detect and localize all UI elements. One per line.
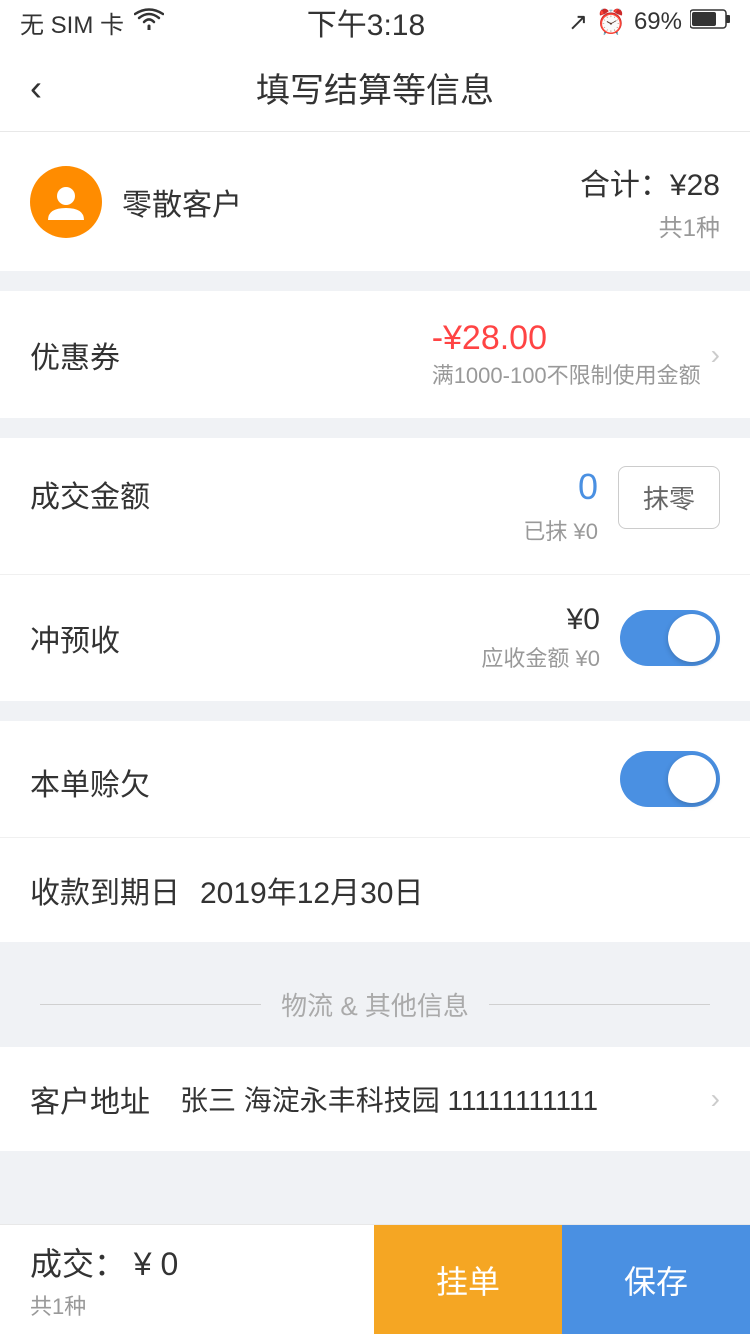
prereceive-row: 冲预收 ¥0 应收金额 ¥0	[0, 575, 750, 701]
wifi-icon	[134, 8, 164, 37]
bottom-deal-label: 成交：	[30, 1246, 126, 1282]
divider-line-right	[489, 1004, 710, 1005]
transaction-section: 成交金额 0 已抹 ¥0 抹零 冲预收 ¥0 应收金额 ¥0	[0, 438, 750, 701]
customer-section: 零散客户 合计：¥28 共1种	[0, 132, 750, 271]
battery-text: 69%	[634, 8, 682, 36]
status-time: 下午3:18	[307, 0, 425, 44]
address-value: 张三 海淀永丰科技园 11111111111	[180, 1079, 701, 1119]
bottom-info: 成交： ¥ 0 共1种	[0, 1239, 374, 1321]
status-bar: 无 SIM 卡 下午3:18 ↗ ⏰ 69%	[0, 0, 750, 44]
divider-line-left	[40, 1004, 261, 1005]
address-chevron-icon: ›	[711, 1083, 720, 1115]
coupon-value-area: -¥28.00 满1000-100不限制使用金额	[432, 319, 701, 390]
bottom-deal-amount: ¥ 0	[134, 1246, 178, 1282]
transaction-amount-row: 成交金额 0 已抹 ¥0 抹零	[0, 438, 750, 575]
total-count: 共1种	[580, 208, 720, 243]
credit-debt-section: 本单赊欠 收款到期日 2019年12月30日	[0, 721, 750, 942]
chevron-right-icon: ›	[711, 339, 720, 371]
transaction-label: 成交金额	[30, 466, 150, 516]
logistics-section: 物流 & 其他信息	[0, 962, 750, 1047]
location-icon: ↗	[568, 8, 588, 37]
bottom-deal: 成交： ¥ 0	[30, 1239, 344, 1285]
status-right: ↗ ⏰ 69%	[568, 8, 730, 37]
prereceive-value: ¥0	[481, 603, 600, 637]
total-amount: 合计：¥28	[580, 160, 720, 204]
credit-debt-label: 本单赊欠	[30, 754, 150, 804]
credit-debt-row: 本单赊欠	[0, 721, 750, 838]
transaction-value-area: 0 已抹 ¥0	[523, 466, 598, 546]
due-date-value: 2019年12月30日	[200, 868, 423, 912]
sim-status: 无 SIM 卡	[20, 5, 124, 40]
customer-row: 零散客户 合计：¥28 共1种	[0, 132, 750, 271]
due-date-label: 收款到期日	[30, 868, 180, 912]
coupon-label: 优惠券	[30, 333, 120, 377]
address-label: 客户地址	[30, 1077, 150, 1121]
page-title: 填写结算等信息	[256, 63, 494, 112]
alarm-icon: ⏰	[596, 8, 626, 37]
coupon-row[interactable]: 优惠券 -¥28.00 满1000-100不限制使用金额 ›	[0, 291, 750, 418]
prereceive-toggle[interactable]	[620, 610, 720, 666]
coupon-right: -¥28.00 满1000-100不限制使用金额 ›	[432, 319, 720, 390]
prereceive-sub: 应收金额 ¥0	[481, 641, 600, 673]
credit-debt-toggle-knob	[668, 755, 716, 803]
credit-debt-toggle[interactable]	[620, 751, 720, 807]
save-button[interactable]: 保存	[562, 1225, 750, 1334]
address-section: 客户地址 张三 海淀永丰科技园 11111111111 ›	[0, 1047, 750, 1151]
nav-bar: ‹ 填写结算等信息	[0, 44, 750, 132]
customer-name: 零散客户	[122, 180, 242, 224]
customer-avatar	[30, 166, 102, 238]
round-off-button[interactable]: 抹零	[618, 466, 720, 529]
back-button[interactable]: ‹	[30, 67, 42, 109]
status-left: 无 SIM 卡	[20, 5, 164, 40]
prereceive-label: 冲预收	[30, 616, 120, 660]
logistics-divider: 物流 & 其他信息	[0, 986, 750, 1023]
bottom-bar: 成交： ¥ 0 共1种 挂单 保存	[0, 1224, 750, 1334]
hold-button[interactable]: 挂单	[374, 1225, 562, 1334]
coupon-discount: -¥28.00	[432, 319, 701, 358]
toggle-knob	[668, 614, 716, 662]
logistics-title: 物流 & 其他信息	[261, 986, 489, 1023]
bottom-count: 共1种	[30, 1289, 344, 1321]
transaction-value: 0	[523, 466, 598, 508]
coupon-description: 满1000-100不限制使用金额	[432, 358, 701, 390]
transaction-sub: 已抹 ¥0	[523, 514, 598, 546]
address-row[interactable]: 客户地址 张三 海淀永丰科技园 11111111111 ›	[0, 1047, 750, 1151]
prereceive-value-area: ¥0 应收金额 ¥0	[481, 603, 600, 673]
transaction-right: 0 已抹 ¥0 抹零	[523, 466, 720, 546]
coupon-section[interactable]: 优惠券 -¥28.00 满1000-100不限制使用金额 ›	[0, 291, 750, 418]
battery-icon	[690, 8, 730, 37]
due-date-row: 收款到期日 2019年12月30日	[0, 838, 750, 942]
prereceive-right: ¥0 应收金额 ¥0	[481, 603, 720, 673]
customer-total: 合计：¥28 共1种	[580, 160, 720, 243]
